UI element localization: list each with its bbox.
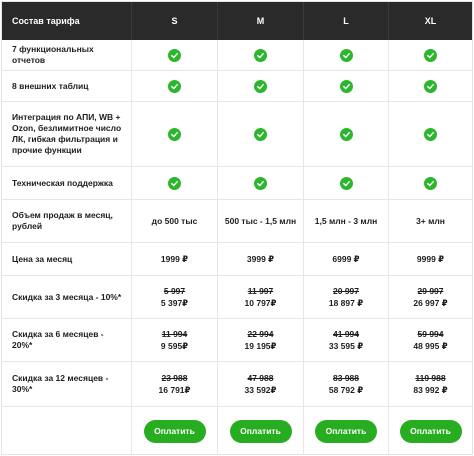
new-price: 16 791₽ xyxy=(158,384,191,395)
old-price: 83 988 xyxy=(333,372,359,383)
old-price: 20 997 xyxy=(333,285,359,296)
pay-button-l[interactable]: Оплатить xyxy=(315,419,377,443)
volume-value: 3+ млн xyxy=(416,215,445,226)
row-tables: 8 внешних таблиц xyxy=(2,71,472,102)
old-price: 23 988 xyxy=(161,372,188,383)
row-sales-volume: Объем продаж в месяц, рублей до 500 тыс … xyxy=(2,200,472,243)
row-label: 7 функциональных отчетов xyxy=(2,40,132,70)
row-label: Техническая поддержка xyxy=(2,167,132,199)
check-circle-icon xyxy=(254,48,267,62)
price-value: 1999 ₽ xyxy=(132,243,218,275)
old-price: 5 997 xyxy=(163,285,186,296)
check-circle-icon xyxy=(424,176,437,190)
price-value: 3999 ₽ xyxy=(218,243,304,275)
row-label: 8 внешних таблиц xyxy=(2,71,132,101)
plan-m-header: M xyxy=(218,2,304,40)
check-circle-icon xyxy=(424,48,437,62)
pay-button-s[interactable]: Оплатить xyxy=(143,419,206,443)
check-circle-icon xyxy=(339,176,353,190)
old-price: 11 994 xyxy=(161,328,188,339)
new-price: 26 997 ₽ xyxy=(413,297,448,308)
volume-value: 1,5 млн - 3 млн xyxy=(304,200,389,242)
check-circle-icon xyxy=(339,127,353,141)
new-price: 58 792 ₽ xyxy=(328,384,364,395)
new-price: 10 797₽ xyxy=(244,297,277,308)
volume-value: 500 тыс - 1,5 млн xyxy=(218,200,304,242)
check-circle-icon xyxy=(424,127,437,141)
check-circle-icon xyxy=(254,176,267,190)
row-discount-6: Скидка за 6 месяцев - 20%* 11 994 9 595₽ … xyxy=(2,319,472,362)
price-value: 6999 ₽ xyxy=(304,243,389,275)
row-price: Цена за месяц 1999 ₽ 3999 ₽ 6999 ₽ 9999 … xyxy=(2,243,472,276)
new-price: 33 595 ₽ xyxy=(328,340,364,351)
check-circle-icon xyxy=(168,79,181,93)
row-label: Скидка за 12 месяцев - 30%* xyxy=(2,362,132,406)
old-price: 41 994 xyxy=(333,328,359,339)
new-price: 9 595₽ xyxy=(160,340,189,351)
new-price: 33 592₽ xyxy=(244,384,277,395)
check-circle-icon xyxy=(254,79,267,93)
check-circle-icon xyxy=(168,127,181,141)
new-price: 18 897 ₽ xyxy=(328,297,364,308)
price-value: 9999 ₽ xyxy=(416,253,445,264)
pay-button-m[interactable]: Оплатить xyxy=(229,419,292,443)
new-price: 48 995 ₽ xyxy=(413,340,448,351)
plan-s-header: S xyxy=(132,2,218,40)
header-title: Состав тарифа xyxy=(2,2,132,40)
check-circle-icon xyxy=(424,79,437,93)
row-discount-12: Скидка за 12 месяцев - 30%* 23 988 16 791… xyxy=(2,362,472,407)
check-circle-icon xyxy=(254,127,267,141)
row-label: Интеграция по АПИ, WB + Ozon, безлимитно… xyxy=(2,102,132,166)
old-price: 119 988 xyxy=(415,372,446,383)
pay-button-xl[interactable]: Оплатить xyxy=(399,419,462,443)
check-circle-icon xyxy=(339,48,353,62)
plan-xl-header: XL xyxy=(424,15,437,26)
new-price: 83 992 ₽ xyxy=(413,384,448,395)
old-price: 47 988 xyxy=(247,372,274,383)
row-support: Техническая поддержка xyxy=(2,167,472,200)
row-label: Цена за месяц xyxy=(2,243,132,275)
row-label: Объем продаж в месяц, рублей xyxy=(2,200,132,242)
plan-l-header: L xyxy=(304,2,389,40)
volume-value: до 500 тыс xyxy=(132,200,218,242)
row-pay-buttons: Оплатить Оплатить Оплатить Оплатить xyxy=(2,407,472,455)
old-price: 29 997 xyxy=(417,285,444,296)
row-integration: Интеграция по АПИ, WB + Ozon, безлимитно… xyxy=(2,102,472,167)
new-price: 5 397₽ xyxy=(160,297,189,308)
check-circle-icon xyxy=(168,48,181,62)
row-label: Скидка за 3 месяца - 10%* xyxy=(2,276,132,318)
row-label: Скидка за 6 месяцев - 20%* xyxy=(2,319,132,361)
row-reports: 7 функциональных отчетов xyxy=(2,40,472,71)
tariff-table: Состав тарифа S M L XL 7 функциональных … xyxy=(1,1,473,455)
table-header: Состав тарифа S M L XL xyxy=(2,2,472,40)
old-price: 11 997 xyxy=(247,285,274,296)
old-price: 22 994 xyxy=(247,328,274,339)
old-price: 59 994 xyxy=(417,328,444,339)
row-discount-3: Скидка за 3 месяца - 10%* 5 997 5 397₽ 11… xyxy=(2,276,472,319)
check-circle-icon xyxy=(168,176,181,190)
check-circle-icon xyxy=(339,79,353,93)
new-price: 19 195₽ xyxy=(244,340,277,351)
